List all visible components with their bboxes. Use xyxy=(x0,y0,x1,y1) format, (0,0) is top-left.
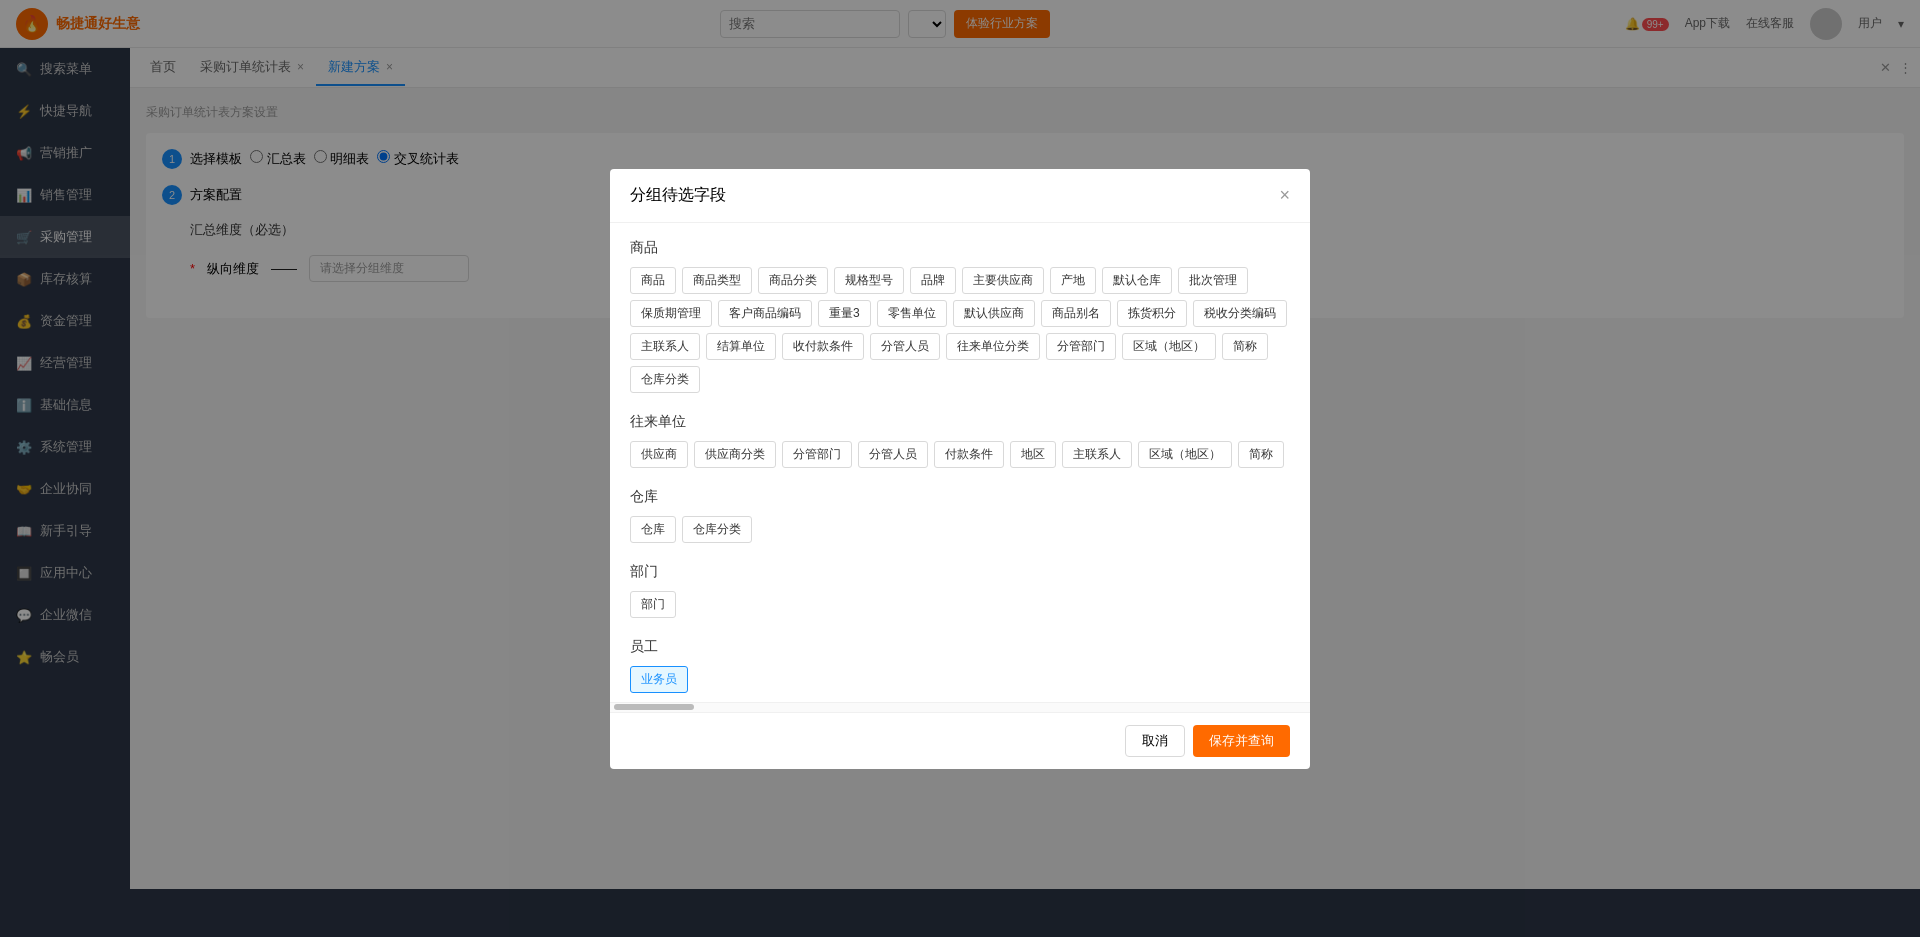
field-tag-dept[interactable]: 分管部门 xyxy=(1046,333,1116,360)
field-tag-region2[interactable]: 区域（地区） xyxy=(1138,441,1232,468)
field-tag-shelf-life[interactable]: 保质期管理 xyxy=(630,300,712,327)
save-query-button[interactable]: 保存并查询 xyxy=(1193,725,1290,757)
section-employee-title: 员工 xyxy=(630,638,1290,656)
field-tag-short-name2[interactable]: 简称 xyxy=(1238,441,1284,468)
field-tag-main-contact2[interactable]: 主联系人 xyxy=(1062,441,1132,468)
field-tag-settle-unit[interactable]: 结算单位 xyxy=(706,333,776,360)
field-tag-payment-terms[interactable]: 收付款条件 xyxy=(782,333,864,360)
field-tag-brand[interactable]: 品牌 xyxy=(910,267,956,294)
modal-header: 分组待选字段 × xyxy=(610,169,1310,223)
field-tag-pay-condition[interactable]: 付款条件 xyxy=(934,441,1004,468)
modal-overlay: 分组待选字段 × 商品 商品 商品类型 商品分类 规格型号 品牌 主要供应商 产… xyxy=(0,0,1920,937)
field-tag-manage-dept[interactable]: 分管部门 xyxy=(782,441,852,468)
partner-field-tags: 供应商 供应商分类 分管部门 分管人员 付款条件 地区 主联系人 区域（地区） … xyxy=(630,441,1290,468)
field-tag-supplier[interactable]: 供应商 xyxy=(630,441,688,468)
field-tag-partner-category[interactable]: 往来单位分类 xyxy=(946,333,1040,360)
field-tag-customer-code[interactable]: 客户商品编码 xyxy=(718,300,812,327)
section-department: 部门 部门 xyxy=(630,563,1290,618)
field-tag-goods[interactable]: 商品 xyxy=(630,267,676,294)
modal-footer: 取消 保存并查询 xyxy=(610,712,1310,769)
section-goods-title: 商品 xyxy=(630,239,1290,257)
modal-close-button[interactable]: × xyxy=(1279,185,1290,206)
field-tag-supervisor[interactable]: 分管人员 xyxy=(870,333,940,360)
field-tag-supplier-cat[interactable]: 供应商分类 xyxy=(694,441,776,468)
dept-field-tags: 部门 xyxy=(630,591,1290,618)
section-employee: 员工 业务员 xyxy=(630,638,1290,693)
modal-horizontal-scrollbar[interactable] xyxy=(610,702,1310,711)
field-tag-origin[interactable]: 产地 xyxy=(1050,267,1096,294)
field-tag-default-supplier[interactable]: 默认供应商 xyxy=(953,300,1035,327)
field-tag-area[interactable]: 地区 xyxy=(1010,441,1056,468)
field-tag-weight[interactable]: 重量3 xyxy=(818,300,871,327)
field-select-modal: 分组待选字段 × 商品 商品 商品类型 商品分类 规格型号 品牌 主要供应商 产… xyxy=(610,169,1310,769)
field-tag-tax-code[interactable]: 税收分类编码 xyxy=(1193,300,1287,327)
section-warehouse-title: 仓库 xyxy=(630,488,1290,506)
field-tag-alias[interactable]: 商品别名 xyxy=(1041,300,1111,327)
field-tag-pick-points[interactable]: 拣货积分 xyxy=(1117,300,1187,327)
field-tag-short-name[interactable]: 简称 xyxy=(1222,333,1268,360)
modal-title: 分组待选字段 xyxy=(630,185,726,206)
cancel-button[interactable]: 取消 xyxy=(1125,725,1185,757)
modal-body[interactable]: 商品 商品 商品类型 商品分类 规格型号 品牌 主要供应商 产地 默认仓库 批次… xyxy=(610,223,1310,703)
section-goods: 商品 商品 商品类型 商品分类 规格型号 品牌 主要供应商 产地 默认仓库 批次… xyxy=(630,239,1290,393)
hscroll-thumb xyxy=(614,704,694,710)
field-tag-main-contact[interactable]: 主联系人 xyxy=(630,333,700,360)
field-tag-salesperson[interactable]: 业务员 xyxy=(630,666,688,693)
warehouse-field-tags: 仓库 仓库分类 xyxy=(630,516,1290,543)
field-tag-goods-category[interactable]: 商品分类 xyxy=(758,267,828,294)
field-tag-warehouse[interactable]: 仓库 xyxy=(630,516,676,543)
section-warehouse: 仓库 仓库 仓库分类 xyxy=(630,488,1290,543)
field-tag-batch-mgmt[interactable]: 批次管理 xyxy=(1178,267,1248,294)
goods-field-tags: 商品 商品类型 商品分类 规格型号 品牌 主要供应商 产地 默认仓库 批次管理 … xyxy=(630,267,1290,393)
field-tag-department[interactable]: 部门 xyxy=(630,591,676,618)
field-tag-warehouse-category[interactable]: 仓库分类 xyxy=(682,516,752,543)
field-tag-retail-unit[interactable]: 零售单位 xyxy=(877,300,947,327)
section-partner: 往来单位 供应商 供应商分类 分管部门 分管人员 付款条件 地区 主联系人 区域… xyxy=(630,413,1290,468)
field-tag-manage-person[interactable]: 分管人员 xyxy=(858,441,928,468)
field-tag-main-supplier[interactable]: 主要供应商 xyxy=(962,267,1044,294)
employee-field-tags: 业务员 xyxy=(630,666,1290,693)
field-tag-goods-type[interactable]: 商品类型 xyxy=(682,267,752,294)
field-tag-region[interactable]: 区域（地区） xyxy=(1122,333,1216,360)
field-tag-spec-type[interactable]: 规格型号 xyxy=(834,267,904,294)
field-tag-default-warehouse[interactable]: 默认仓库 xyxy=(1102,267,1172,294)
section-partner-title: 往来单位 xyxy=(630,413,1290,431)
field-tag-warehouse-cat[interactable]: 仓库分类 xyxy=(630,366,700,393)
section-department-title: 部门 xyxy=(630,563,1290,581)
